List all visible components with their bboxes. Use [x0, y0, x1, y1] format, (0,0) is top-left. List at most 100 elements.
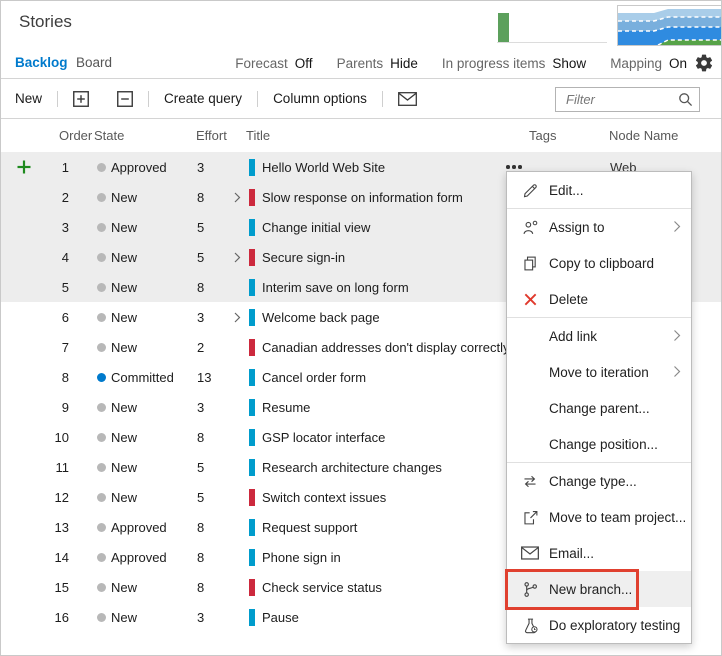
- menu-item-copy-to-clipboard[interactable]: Copy to clipboard: [507, 245, 691, 281]
- add-item-button[interactable]: [17, 152, 31, 182]
- menu-item-edit[interactable]: Edit...: [507, 172, 691, 208]
- cell-effort: 3: [197, 159, 205, 175]
- column-header-state[interactable]: State: [94, 119, 124, 152]
- cell-title[interactable]: Interim save on long form: [262, 272, 409, 302]
- toolbar: New Create query Column options: [1, 79, 721, 119]
- expand-chevron-icon[interactable]: [234, 242, 241, 272]
- submenu-chevron-icon: [673, 220, 681, 236]
- cell-title[interactable]: Hello World Web Site: [262, 152, 385, 182]
- cell-effort: 5: [197, 459, 205, 475]
- state-dot-icon: [97, 343, 106, 352]
- menu-item-move-to-team-project[interactable]: Move to team project...: [507, 499, 691, 535]
- velocity-axis: [497, 42, 607, 43]
- column-header-tags[interactable]: Tags: [529, 119, 556, 152]
- menu-item-email[interactable]: Email...: [507, 535, 691, 571]
- cell-order: 3: [61, 219, 69, 235]
- work-item-type-bar: [249, 218, 255, 236]
- work-item-type-bar: [249, 458, 255, 476]
- email-query-icon[interactable]: [397, 91, 417, 106]
- state-dot-icon: [97, 613, 106, 622]
- expand-chevron-icon[interactable]: [234, 182, 241, 212]
- menu-item-move-to-iteration[interactable]: Move to iteration: [507, 354, 691, 390]
- cell-title[interactable]: Phone sign in: [262, 542, 341, 572]
- copy-icon: [520, 253, 540, 273]
- work-item-type-bar: [249, 488, 255, 506]
- tab-backlog[interactable]: Backlog: [15, 48, 68, 78]
- column-header-order[interactable]: Order: [59, 119, 92, 152]
- cell-title[interactable]: Canadian addresses don't display correct…: [262, 332, 509, 362]
- cell-title[interactable]: Request support: [262, 512, 357, 542]
- work-item-type-bar: [249, 248, 255, 266]
- tab-bar: Backlog Board Forecast Off Parents Hide In p…: [1, 48, 721, 79]
- cell-state: New: [111, 459, 138, 475]
- cell-order: 14: [54, 549, 69, 565]
- setting-forecast[interactable]: Forecast Off: [235, 56, 312, 71]
- cell-title[interactable]: Check service status: [262, 572, 382, 602]
- cell-state: New: [111, 279, 138, 295]
- new-button[interactable]: New: [15, 91, 42, 106]
- search-icon[interactable]: [678, 92, 693, 112]
- menu-item-add-link[interactable]: Add link: [507, 318, 691, 354]
- work-item-type-bar: [249, 398, 255, 416]
- cell-order: 6: [61, 309, 69, 325]
- gear-icon[interactable]: [694, 53, 714, 73]
- toolbar-divider: [148, 90, 150, 107]
- create-query-button[interactable]: Create query: [164, 91, 242, 106]
- expand-chevron-icon[interactable]: [234, 302, 241, 332]
- work-item-type-bar: [249, 608, 255, 626]
- work-item-type-bar: [249, 548, 255, 566]
- column-options-button[interactable]: Column options: [273, 91, 367, 106]
- cell-title[interactable]: GSP locator interface: [262, 422, 385, 452]
- app-window: Stories Backlog Board Forecast Off Parents…: [0, 0, 722, 656]
- cell-order: 7: [61, 339, 69, 355]
- menu-item-delete[interactable]: Delete: [507, 281, 691, 317]
- page-title: Stories: [19, 12, 72, 31]
- setting-mapping[interactable]: Mapping On: [610, 56, 687, 71]
- column-header-title[interactable]: Title: [246, 119, 270, 152]
- cell-title[interactable]: Resume: [262, 392, 310, 422]
- blank-icon-space: [520, 398, 540, 418]
- cell-effort: 5: [197, 249, 205, 265]
- filter-input[interactable]: [564, 88, 673, 111]
- cell-title[interactable]: Change initial view: [262, 212, 370, 242]
- cell-state: New: [111, 399, 138, 415]
- cumulative-flow-mini-chart[interactable]: [617, 5, 721, 46]
- menu-item-do-exploratory-testing[interactable]: Do exploratory testing: [507, 607, 691, 643]
- cell-effort: 8: [197, 519, 205, 535]
- email-icon: [520, 543, 540, 563]
- work-item-type-bar: [249, 188, 255, 206]
- menu-item-new-branch[interactable]: New branch...: [507, 571, 691, 607]
- setting-parents[interactable]: Parents Hide: [337, 56, 418, 71]
- move-project-icon: [520, 507, 540, 527]
- velocity-bar: [498, 13, 509, 42]
- cell-order: 1: [61, 159, 69, 175]
- cell-title[interactable]: Switch context issues: [262, 482, 386, 512]
- menu-item-change-type[interactable]: Change type...: [507, 463, 691, 499]
- cell-effort: 8: [197, 429, 205, 445]
- cell-state: New: [111, 309, 138, 325]
- cell-title[interactable]: Pause: [262, 602, 299, 632]
- menu-item-assign-to[interactable]: Assign to: [507, 209, 691, 245]
- expand-all-icon[interactable]: [73, 90, 89, 107]
- toolbar-divider: [57, 90, 59, 107]
- velocity-mini-chart[interactable]: [483, 5, 609, 43]
- state-dot-icon: [97, 283, 106, 292]
- cell-title[interactable]: Welcome back page: [262, 302, 380, 332]
- tab-board[interactable]: Board: [76, 48, 112, 78]
- column-header-node-name[interactable]: Node Name: [609, 119, 678, 152]
- setting-in-progress-items[interactable]: In progress items Show: [442, 56, 586, 71]
- column-header-effort[interactable]: Effort: [196, 119, 227, 152]
- cell-title[interactable]: Research architecture changes: [262, 452, 442, 482]
- collapse-all-icon[interactable]: [117, 90, 133, 107]
- menu-item-change-position[interactable]: Change position...: [507, 426, 691, 462]
- work-item-type-bar: [249, 278, 255, 296]
- state-dot-icon: [97, 403, 106, 412]
- state-dot-icon: [97, 523, 106, 532]
- cell-effort: 5: [197, 489, 205, 505]
- toolbar-divider: [257, 90, 259, 107]
- menu-item-change-parent[interactable]: Change parent...: [507, 390, 691, 426]
- cell-title[interactable]: Secure sign-in: [262, 242, 345, 272]
- pencil-icon: [520, 180, 540, 200]
- cell-title[interactable]: Slow response on information form: [262, 182, 463, 212]
- cell-title[interactable]: Cancel order form: [262, 362, 366, 392]
